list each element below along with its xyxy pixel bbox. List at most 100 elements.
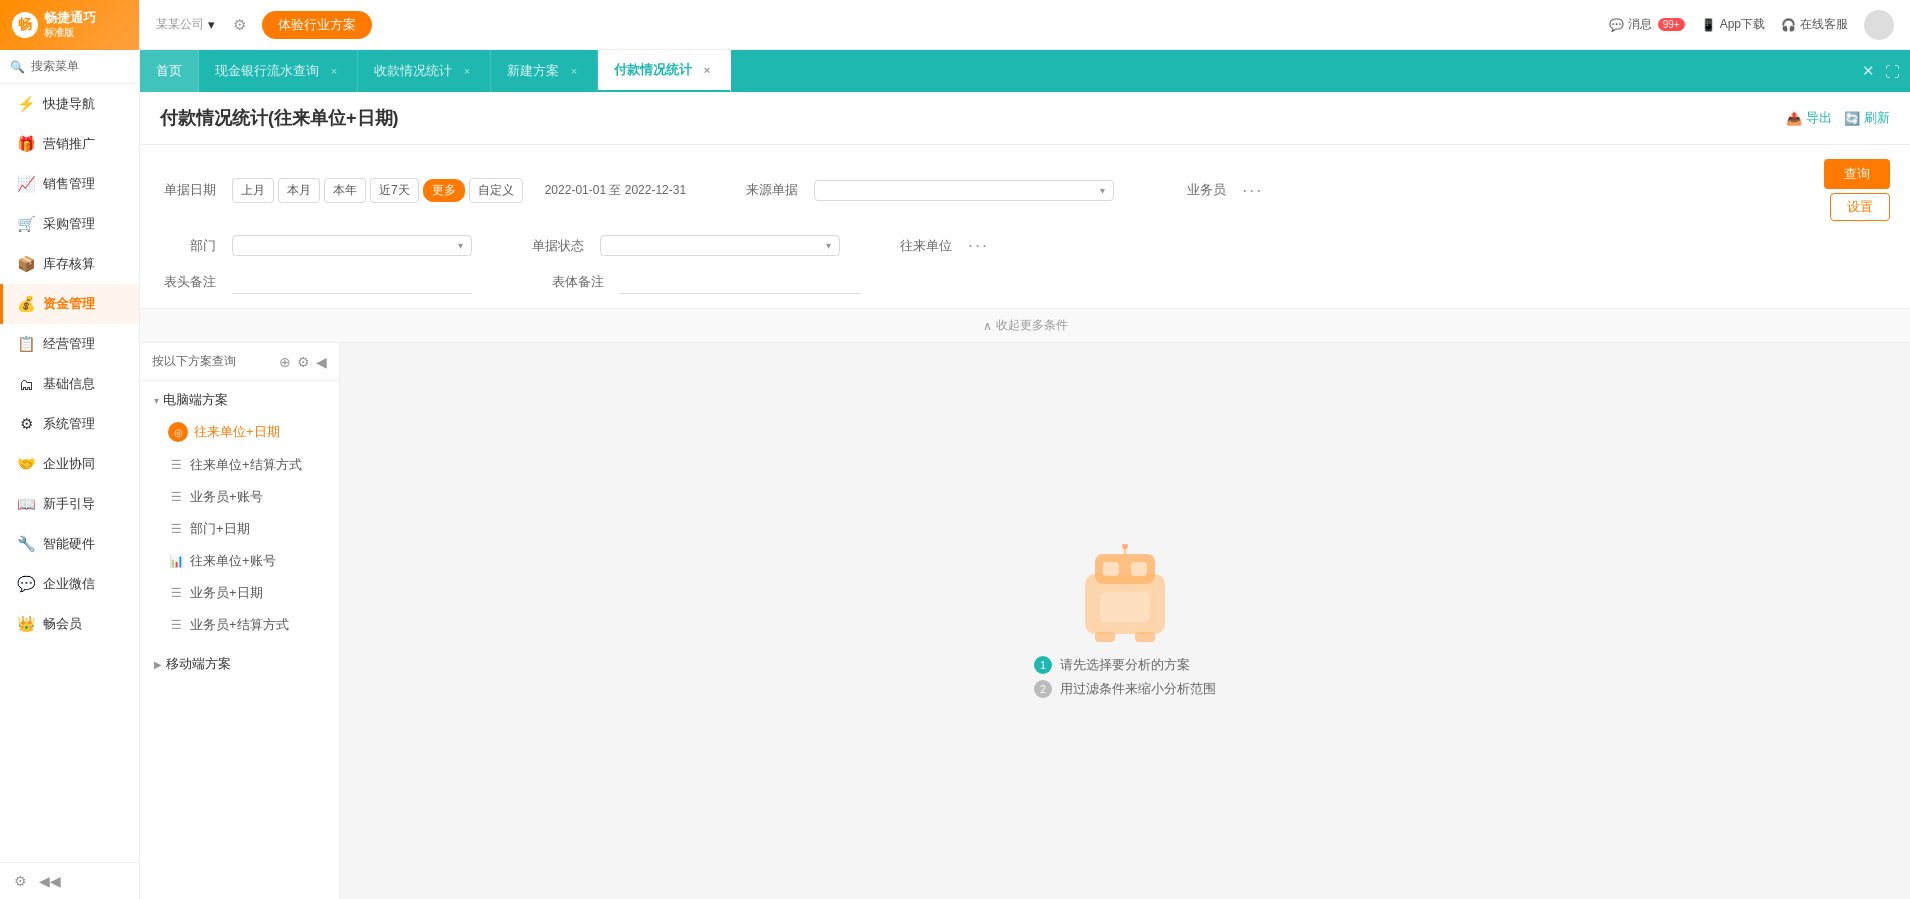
active-indicator: ◎	[168, 422, 188, 442]
dept-select[interactable]: ▾	[232, 235, 472, 256]
scheme-item-partner-date[interactable]: ◎ 往来单位+日期	[140, 415, 339, 449]
staff-selector-btn[interactable]: ···	[1242, 180, 1263, 201]
page-header-actions: 📤 导出 🔄 刷新	[1786, 109, 1890, 127]
close-all-tabs-icon[interactable]: ✕	[1862, 62, 1875, 80]
tab-payment-close[interactable]: ×	[700, 63, 714, 77]
company-dropdown-icon: ▾	[208, 17, 215, 32]
inventory-label: 库存核算	[43, 255, 95, 273]
sidebar-item-cooperation[interactable]: 🤝 企业协同	[0, 444, 139, 484]
online-service-btn[interactable]: 🎧 在线客服	[1781, 16, 1848, 33]
sidebar-item-basic[interactable]: 🗂 基础信息	[0, 364, 139, 404]
app-logo: 畅 畅捷通巧 标准版	[0, 0, 139, 50]
trial-industry-btn[interactable]: 体验行业方案	[262, 11, 372, 39]
tab-newplan-close[interactable]: ×	[567, 64, 581, 78]
mobile-group-title[interactable]: ▶ 移动端方案	[140, 649, 339, 679]
date-btn-this-year[interactable]: 本年	[324, 178, 366, 203]
tab-receipt[interactable]: 收款情况统计 ×	[358, 50, 491, 92]
app-download-label: App下载	[1720, 16, 1765, 33]
date-btn-last-month[interactable]: 上月	[232, 178, 274, 203]
search-menu-item[interactable]: 🔍 搜索菜单	[0, 50, 139, 84]
sidebar-item-operations[interactable]: 📋 经营管理	[0, 324, 139, 364]
empty-state: 1 请先选择要分析的方案 2 用过滤条件来缩小分析范围	[340, 343, 1910, 899]
export-btn[interactable]: 📤 导出	[1786, 109, 1832, 127]
date-label: 单据日期	[160, 181, 216, 199]
topbar-settings-icon[interactable]: ⚙	[233, 16, 246, 34]
tab-receipt-close[interactable]: ×	[460, 64, 474, 78]
sidebar-item-purchase[interactable]: 🛒 采购管理	[0, 204, 139, 244]
partner-selector-btn[interactable]: ···	[968, 235, 989, 256]
topbar: 某某公司 ▾ ⚙ 体验行业方案 💬 消息 99+ 📱 App下载 🎧 在线客服	[140, 0, 1910, 50]
main-area: 某某公司 ▾ ⚙ 体验行业方案 💬 消息 99+ 📱 App下载 🎧 在线客服 …	[140, 0, 1910, 899]
sidebar-item-finance[interactable]: 💰 资金管理	[0, 284, 139, 324]
step-1-text: 请先选择要分析的方案	[1060, 656, 1190, 674]
pc-group-title[interactable]: ▾ 电脑端方案	[140, 385, 339, 415]
scheme-item-dept-date[interactable]: ☰ 部门+日期	[140, 513, 339, 545]
date-btn-this-month[interactable]: 本月	[278, 178, 320, 203]
header-remark-input[interactable]	[232, 270, 472, 294]
collapse-panel-icon[interactable]: ◀	[316, 354, 327, 370]
search-icon: 🔍	[10, 60, 25, 74]
online-service-label: 在线客服	[1800, 16, 1848, 33]
sidebar-item-quicknav[interactable]: ⚡ 快捷导航	[0, 84, 139, 124]
tab-cashflow-close[interactable]: ×	[327, 64, 341, 78]
sidebar-item-inventory[interactable]: 📦 库存核算	[0, 244, 139, 284]
company-name: 某某公司	[156, 16, 204, 33]
tabbar: 首页 现金银行流水查询 × 收款情况统计 × 新建方案 × 付款情况统计 × ✕…	[140, 50, 1910, 92]
date-btn-more[interactable]: 更多	[423, 179, 465, 202]
system-icon: ⚙	[17, 415, 35, 433]
refresh-btn[interactable]: 🔄 刷新	[1844, 109, 1890, 127]
member-icon: 👑	[17, 615, 35, 633]
scheme-icon-partner-settle: ☰	[168, 457, 184, 473]
scheme-item-staff-settle[interactable]: ☰ 业务员+结算方式	[140, 609, 339, 641]
sidebar-item-weixin[interactable]: 💬 企业微信	[0, 564, 139, 604]
sidebar-item-hardware[interactable]: 🔧 智能硬件	[0, 524, 139, 564]
scheme-item-staff-account[interactable]: ☰ 业务员+账号	[140, 481, 339, 513]
tab-cashflow[interactable]: 现金银行流水查询 ×	[199, 50, 358, 92]
collapse-btn[interactable]: ∧ 收起更多条件	[983, 317, 1068, 334]
company-selector[interactable]: 某某公司 ▾	[156, 16, 215, 33]
tab-newplan[interactable]: 新建方案 ×	[491, 50, 598, 92]
tab-payment[interactable]: 付款情况统计 ×	[598, 50, 731, 92]
filter-row-2: 部门 ▾ 单据状态 ▾ 往来单位 ···	[160, 235, 1890, 256]
purchase-icon: 🛒	[17, 215, 35, 233]
header-remark-label: 表头备注	[160, 273, 216, 291]
scheme-settings-icon[interactable]: ⚙	[297, 354, 310, 370]
sidebar-item-guide[interactable]: 📖 新手引导	[0, 484, 139, 524]
basic-label: 基础信息	[43, 375, 95, 393]
status-select[interactable]: ▾	[600, 235, 840, 256]
date-btn-custom[interactable]: 自定义	[469, 178, 523, 203]
scheme-item-staff-date[interactable]: ☰ 业务员+日期	[140, 577, 339, 609]
sidebar-item-member[interactable]: 👑 畅会员	[0, 604, 139, 644]
scheme-item-partner-account[interactable]: 📊 往来单位+账号	[140, 545, 339, 577]
svg-rect-5	[1095, 632, 1115, 642]
scheme-icon-partner-account: 📊	[168, 553, 184, 569]
body-remark-input[interactable]	[620, 270, 860, 294]
add-scheme-icon[interactable]: ⊕	[279, 354, 291, 370]
source-label: 来源单据	[742, 181, 798, 199]
sidebar-item-system[interactable]: ⚙ 系统管理	[0, 404, 139, 444]
query-btn[interactable]: 查询	[1824, 159, 1890, 189]
app-download-btn[interactable]: 📱 App下载	[1701, 16, 1765, 33]
tab-newplan-label: 新建方案	[507, 62, 559, 80]
messages-btn[interactable]: 💬 消息 99+	[1609, 16, 1685, 33]
messages-label: 消息	[1628, 16, 1652, 33]
sidebar-item-marketing[interactable]: 🎁 营销推广	[0, 124, 139, 164]
cooperation-icon: 🤝	[17, 455, 35, 473]
tab-cashflow-label: 现金银行流水查询	[215, 62, 319, 80]
marketing-label: 营销推广	[43, 135, 95, 153]
source-select[interactable]: ▾	[814, 180, 1114, 201]
settings-btn[interactable]: 设置	[1830, 193, 1890, 221]
filter-row-1: 单据日期 上月 本月 本年 近7天 更多 自定义 2022-01-01 至 20…	[160, 159, 1890, 221]
user-avatar[interactable]	[1864, 10, 1894, 40]
scheme-item-partner-settle[interactable]: ☰ 往来单位+结算方式	[140, 449, 339, 481]
weixin-label: 企业微信	[43, 575, 95, 593]
tab-home[interactable]: 首页	[140, 50, 199, 92]
message-icon: 💬	[1609, 18, 1624, 32]
sidebar-item-sales[interactable]: 📈 销售管理	[0, 164, 139, 204]
left-panel-header: 按以下方案查询 ⊕ ⚙ ◀	[140, 343, 339, 381]
collapse-sidebar-icon[interactable]: ◀◀	[39, 873, 61, 889]
date-btn-7days[interactable]: 近7天	[370, 178, 419, 203]
settings-bottom-icon[interactable]: ⚙	[14, 873, 27, 889]
hardware-icon: 🔧	[17, 535, 35, 553]
maximize-icon[interactable]: ⛶	[1885, 63, 1900, 80]
